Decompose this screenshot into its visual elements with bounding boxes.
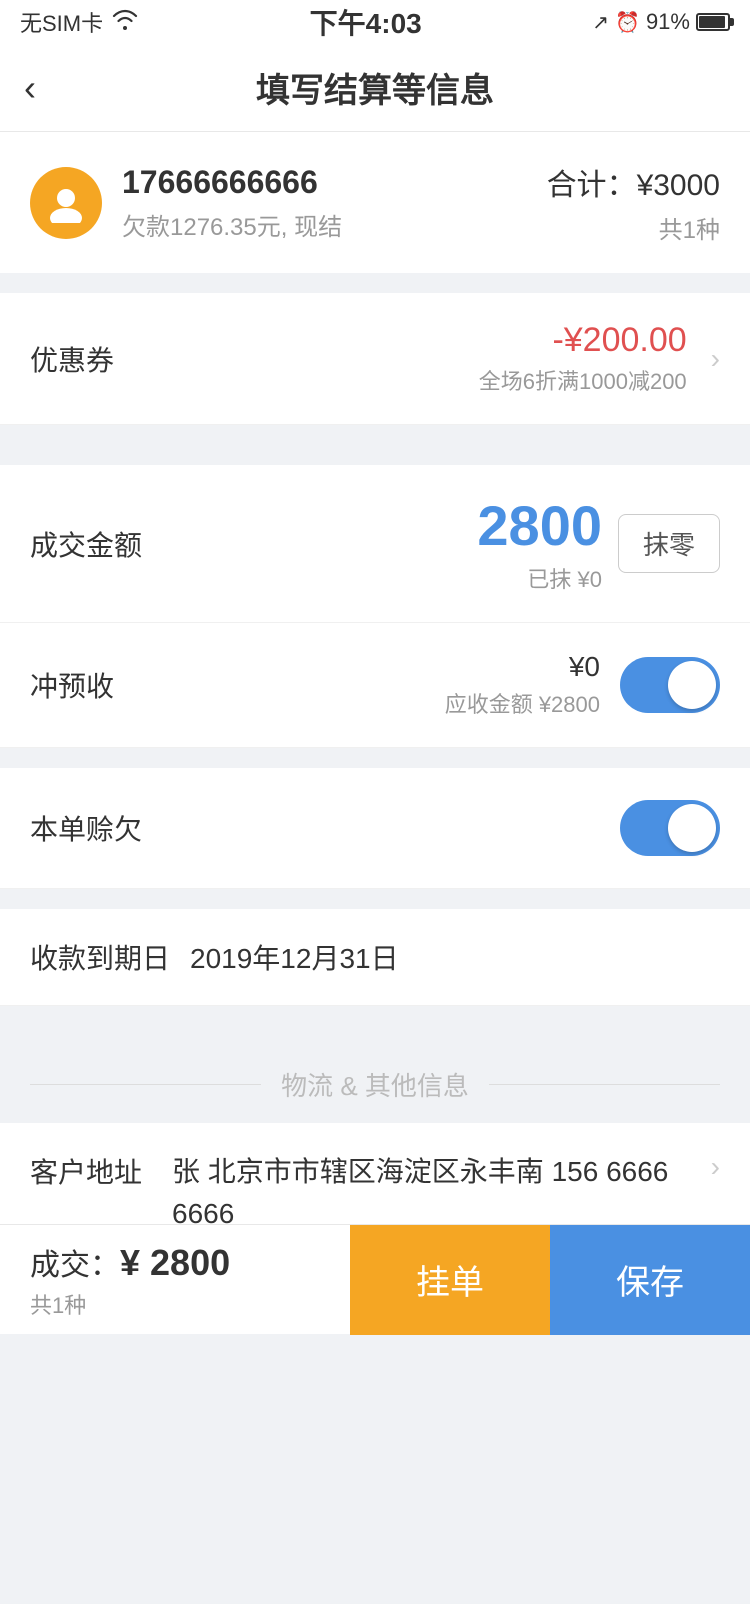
divider-line-right — [489, 1084, 720, 1085]
page-title: 填写结算等信息 — [256, 63, 494, 112]
coupon-label: 优惠券 — [30, 339, 114, 379]
bottom-count: 共1种 — [30, 1288, 320, 1320]
logistics-label: 物流 & 其他信息 — [281, 1066, 469, 1103]
coupon-values: -¥200.00 全场6折满1000减200 — [479, 321, 687, 396]
nav-bar: ‹ 填写结算等信息 — [0, 44, 750, 132]
battery-icon — [696, 13, 730, 31]
prepay-sub: 应收金额 ¥2800 — [445, 687, 600, 719]
deferred-label: 本单赊欠 — [30, 808, 142, 848]
hold-button[interactable]: 挂单 — [350, 1225, 550, 1335]
section-gap-2 — [0, 748, 750, 768]
status-time: 下午4:03 — [310, 2, 422, 42]
back-button[interactable]: ‹ — [24, 67, 36, 109]
user-info-row: 17666666666 欠款1276.35元, 现结 合计：¥3000 共1种 — [0, 132, 750, 273]
save-button[interactable]: 保存 — [550, 1225, 750, 1335]
deal-amount-label: 成交金额 — [30, 524, 142, 564]
bottom-bar: 成交：¥ 2800 共1种 挂单 保存 — [0, 1224, 750, 1334]
deal-amount-row: 成交金额 2800 已抹 ¥0 抹零 — [0, 465, 750, 623]
user-note: 欠款1276.35元, 现结 — [122, 207, 342, 242]
address-label: 客户地址 — [30, 1151, 142, 1191]
status-left: 无SIM卡 — [20, 6, 139, 38]
logistics-divider: 物流 & 其他信息 — [0, 1046, 750, 1123]
user-phone: 17666666666 — [122, 164, 342, 201]
avatar — [30, 167, 102, 239]
content-area: 17666666666 欠款1276.35元, 现结 合计：¥3000 共1种 … — [0, 132, 750, 1604]
coupon-discount: -¥200.00 — [479, 321, 687, 360]
prepay-values: ¥0 应收金额 ¥2800 — [445, 651, 600, 719]
deferred-toggle[interactable] — [620, 800, 720, 856]
section-gap-3 — [0, 1026, 750, 1046]
address-text: 张 北京市市辖区海淀区永丰南 156 6666 6666 — [172, 1151, 695, 1235]
divider-line-left — [30, 1084, 261, 1085]
deal-amount-right: 2800 已抹 ¥0 抹零 — [477, 493, 720, 594]
bottom-summary: 成交：¥ 2800 共1种 — [0, 1240, 350, 1320]
deal-amount-values: 2800 已抹 ¥0 — [477, 493, 602, 594]
due-date-row: 收款到期日 2019年12月31日 — [0, 909, 750, 1006]
location-icon: ↗ — [592, 10, 609, 35]
deal-amount-sub: 已抹 ¥0 — [477, 562, 602, 594]
item-count: 共1种 — [547, 210, 720, 245]
deal-amount-value: 2800 — [477, 493, 602, 558]
prepay-toggle[interactable] — [620, 657, 720, 713]
prepay-row: 冲预收 ¥0 应收金额 ¥2800 — [0, 623, 750, 748]
alarm-icon: ⏰ — [615, 10, 640, 35]
due-date-label: 收款到期日 — [30, 937, 170, 977]
total-value: ¥3000 — [637, 169, 720, 202]
prepay-label: 冲预收 — [30, 665, 114, 705]
bottom-deal-label: 成交： — [30, 1249, 120, 1282]
status-bar: 无SIM卡 下午4:03 ↗ ⏰ 91% — [0, 0, 750, 44]
coupon-row[interactable]: 优惠券 -¥200.00 全场6折满1000减200 › — [0, 293, 750, 425]
deferred-toggle-knob — [668, 804, 716, 852]
round-button[interactable]: 抹零 — [618, 514, 720, 573]
bottom-deal-amount: ¥ 2800 — [120, 1242, 230, 1283]
coupon-description: 全场6折满1000减200 — [479, 364, 687, 396]
user-info: 17666666666 欠款1276.35元, 现结 — [122, 164, 342, 242]
address-chevron: › — [711, 1151, 720, 1183]
prepay-amount: ¥0 — [445, 651, 600, 683]
deferred-row: 本单赊欠 — [0, 768, 750, 889]
section-gap-1 — [0, 445, 750, 465]
battery-percent: 91% — [646, 9, 690, 35]
due-date-value: 2019年12月31日 — [190, 937, 399, 977]
user-right: 合计：¥3000 共1种 — [547, 160, 720, 245]
status-right: ↗ ⏰ 91% — [592, 9, 730, 35]
bottom-deal-row: 成交：¥ 2800 — [30, 1240, 320, 1284]
coupon-chevron: › — [711, 343, 720, 375]
coupon-right: -¥200.00 全场6折满1000减200 › — [479, 321, 720, 396]
user-left: 17666666666 欠款1276.35元, 现结 — [30, 164, 342, 242]
wifi-icon — [111, 8, 139, 37]
prepay-toggle-knob — [668, 661, 716, 709]
prepay-right: ¥0 应收金额 ¥2800 — [445, 651, 720, 719]
no-sim-text: 无SIM卡 — [20, 6, 103, 38]
total-label: 合计： — [547, 169, 637, 202]
total-label-value: 合计：¥3000 — [547, 160, 720, 204]
